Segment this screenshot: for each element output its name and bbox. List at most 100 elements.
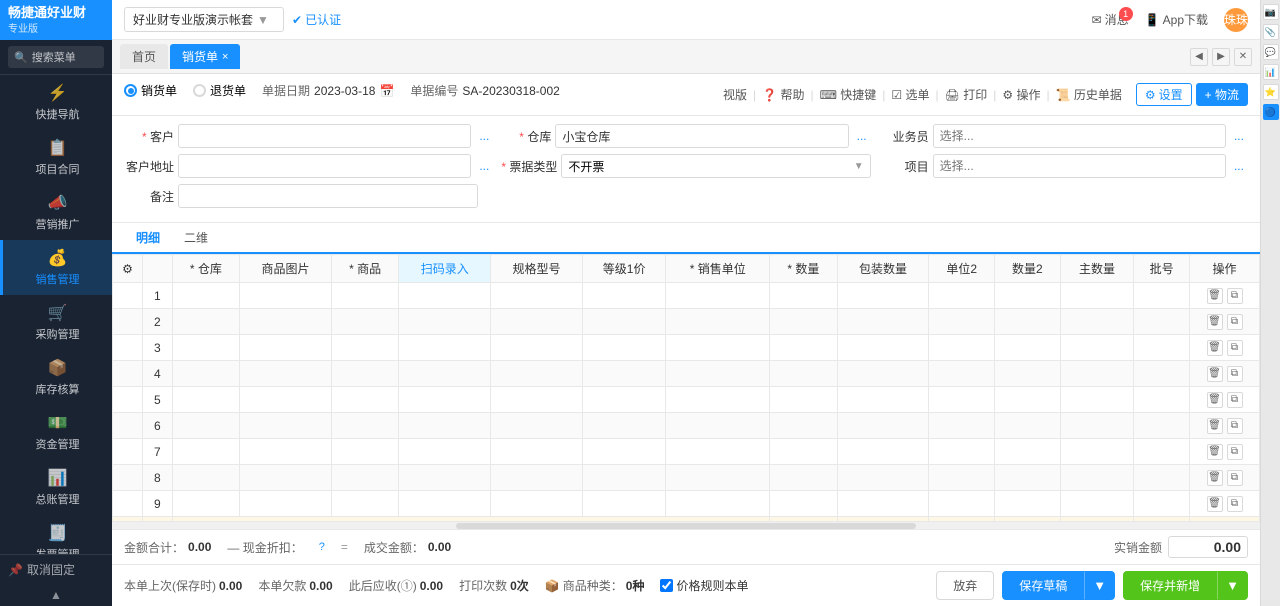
td-product-1[interactable]: [331, 283, 399, 309]
print-btn[interactable]: 🖨 打印: [945, 86, 988, 103]
td-qty-3[interactable]: [770, 335, 838, 361]
td-pack-qty-9[interactable]: [837, 491, 929, 517]
td-batch-5[interactable]: [1134, 387, 1190, 413]
td-qty2-6[interactable]: [995, 413, 1061, 439]
warehouse-addon[interactable]: ...: [853, 129, 871, 143]
settings-btn[interactable]: ⚙ 设置: [1136, 83, 1192, 106]
td-product-8[interactable]: [331, 465, 399, 491]
right-sidebar-btn-5[interactable]: ⭐: [1263, 84, 1279, 100]
invoice-select[interactable]: 不开票 ▼: [561, 154, 870, 178]
td-qty2-2[interactable]: [995, 309, 1061, 335]
td-spec-3[interactable]: [491, 335, 583, 361]
price-rule-check[interactable]: [660, 579, 673, 592]
address-addon[interactable]: ...: [475, 159, 493, 173]
td-product-5[interactable]: [331, 387, 399, 413]
td-price1-5[interactable]: [582, 387, 666, 413]
td-price1-6[interactable]: [582, 413, 666, 439]
copy-row-2-btn[interactable]: ⧉: [1227, 314, 1243, 330]
save-draft-dropdown-btn[interactable]: ▼: [1084, 571, 1115, 600]
delete-row-7-btn[interactable]: 🗑: [1207, 444, 1223, 460]
sidebar-item-purchase[interactable]: 🛒 采购管理: [0, 295, 112, 350]
save-new-dropdown-btn[interactable]: ▼: [1217, 571, 1248, 600]
help-btn[interactable]: ❓ 帮助: [762, 86, 804, 103]
td-product-4[interactable]: [331, 361, 399, 387]
abandon-btn[interactable]: 放弃: [936, 571, 994, 600]
td-unit2-6[interactable]: [929, 413, 995, 439]
td-main-qty-5[interactable]: [1060, 387, 1134, 413]
td-warehouse-5[interactable]: [172, 387, 240, 413]
td-barcode-9[interactable]: [399, 491, 491, 517]
sidebar-item-marketing[interactable]: 📣 营销推广: [0, 185, 112, 240]
td-batch-8[interactable]: [1134, 465, 1190, 491]
td-barcode-4[interactable]: [399, 361, 491, 387]
calendar-icon[interactable]: 📅: [379, 84, 394, 98]
td-qty2-1[interactable]: [995, 283, 1061, 309]
td-batch-6[interactable]: [1134, 413, 1190, 439]
delete-row-1-btn[interactable]: 🗑: [1207, 288, 1223, 304]
td-product-9[interactable]: [331, 491, 399, 517]
tab-mingxi[interactable]: 明细: [124, 223, 172, 254]
remark-input[interactable]: [178, 184, 478, 208]
td-main-qty-3[interactable]: [1060, 335, 1134, 361]
project-addon[interactable]: ...: [1230, 159, 1248, 173]
copy-row-8-btn[interactable]: ⧉: [1227, 470, 1243, 486]
copy-row-9-btn[interactable]: ⧉: [1227, 496, 1243, 512]
messages-btn[interactable]: ✉ 1 消息: [1092, 11, 1129, 28]
td-barcode-8[interactable]: [399, 465, 491, 491]
tab-erwei[interactable]: 二维: [172, 223, 220, 254]
td-sales-unit-4[interactable]: [666, 361, 770, 387]
copy-row-3-btn[interactable]: ⧉: [1227, 340, 1243, 356]
td-unit2-8[interactable]: [929, 465, 995, 491]
operation-btn[interactable]: ⚙ 操作: [1002, 86, 1040, 103]
td-barcode-3[interactable]: [399, 335, 491, 361]
app-download-btn[interactable]: 📱 App下载: [1145, 11, 1208, 28]
td-price1-3[interactable]: [582, 335, 666, 361]
td-batch-1[interactable]: [1134, 283, 1190, 309]
copy-row-6-btn[interactable]: ⧉: [1227, 418, 1243, 434]
td-sales-unit-6[interactable]: [666, 413, 770, 439]
td-sales-unit-1[interactable]: [666, 283, 770, 309]
right-sidebar-btn-4[interactable]: 📊: [1263, 64, 1279, 80]
copy-row-4-btn[interactable]: ⧉: [1227, 366, 1243, 382]
delete-row-6-btn[interactable]: 🗑: [1207, 418, 1223, 434]
td-spec-9[interactable]: [491, 491, 583, 517]
sidebar-item-projects[interactable]: 📋 项目合同: [0, 130, 112, 185]
td-sales-unit-7[interactable]: [666, 439, 770, 465]
td-main-qty-2[interactable]: [1060, 309, 1134, 335]
customer-addon[interactable]: ...: [475, 129, 493, 143]
td-qty2-7[interactable]: [995, 439, 1061, 465]
right-sidebar-btn-1[interactable]: 📷: [1263, 4, 1279, 20]
td-spec-2[interactable]: [491, 309, 583, 335]
sidebar-item-funds[interactable]: 💵 资金管理: [0, 405, 112, 460]
salesperson-input[interactable]: [933, 124, 1226, 148]
td-product-3[interactable]: [331, 335, 399, 361]
tab-close-all-btn[interactable]: ✕: [1234, 48, 1252, 66]
select-btn[interactable]: ☑ 选单: [891, 86, 929, 103]
company-selector[interactable]: 好业财专业版演示帐套 ▼: [124, 7, 284, 32]
history-btn[interactable]: 📜 历史单据: [1056, 86, 1122, 103]
td-warehouse-7[interactable]: [172, 439, 240, 465]
copy-row-7-btn[interactable]: ⧉: [1227, 444, 1243, 460]
td-pack-qty-7[interactable]: [837, 439, 929, 465]
td-qty-5[interactable]: [770, 387, 838, 413]
td-unit2-3[interactable]: [929, 335, 995, 361]
td-batch-2[interactable]: [1134, 309, 1190, 335]
delete-row-8-btn[interactable]: 🗑: [1207, 470, 1223, 486]
td-qty-8[interactable]: [770, 465, 838, 491]
td-qty-2[interactable]: [770, 309, 838, 335]
td-price1-7[interactable]: [582, 439, 666, 465]
price-rule-checkbox[interactable]: 价格规则本单: [660, 577, 748, 594]
td-main-qty-7[interactable]: [1060, 439, 1134, 465]
view-label[interactable]: 视版: [723, 86, 747, 103]
td-barcode-1[interactable]: [399, 283, 491, 309]
tab-sales-order[interactable]: 销货单 ×: [170, 44, 240, 69]
td-unit2-5[interactable]: [929, 387, 995, 413]
td-spec-6[interactable]: [491, 413, 583, 439]
td-pack-qty-5[interactable]: [837, 387, 929, 413]
radio-sales-order[interactable]: 销货单: [124, 82, 177, 99]
td-barcode-5[interactable]: [399, 387, 491, 413]
td-warehouse-1[interactable]: [172, 283, 240, 309]
td-qty2-4[interactable]: [995, 361, 1061, 387]
td-main-qty-1[interactable]: [1060, 283, 1134, 309]
td-main-qty-4[interactable]: [1060, 361, 1134, 387]
